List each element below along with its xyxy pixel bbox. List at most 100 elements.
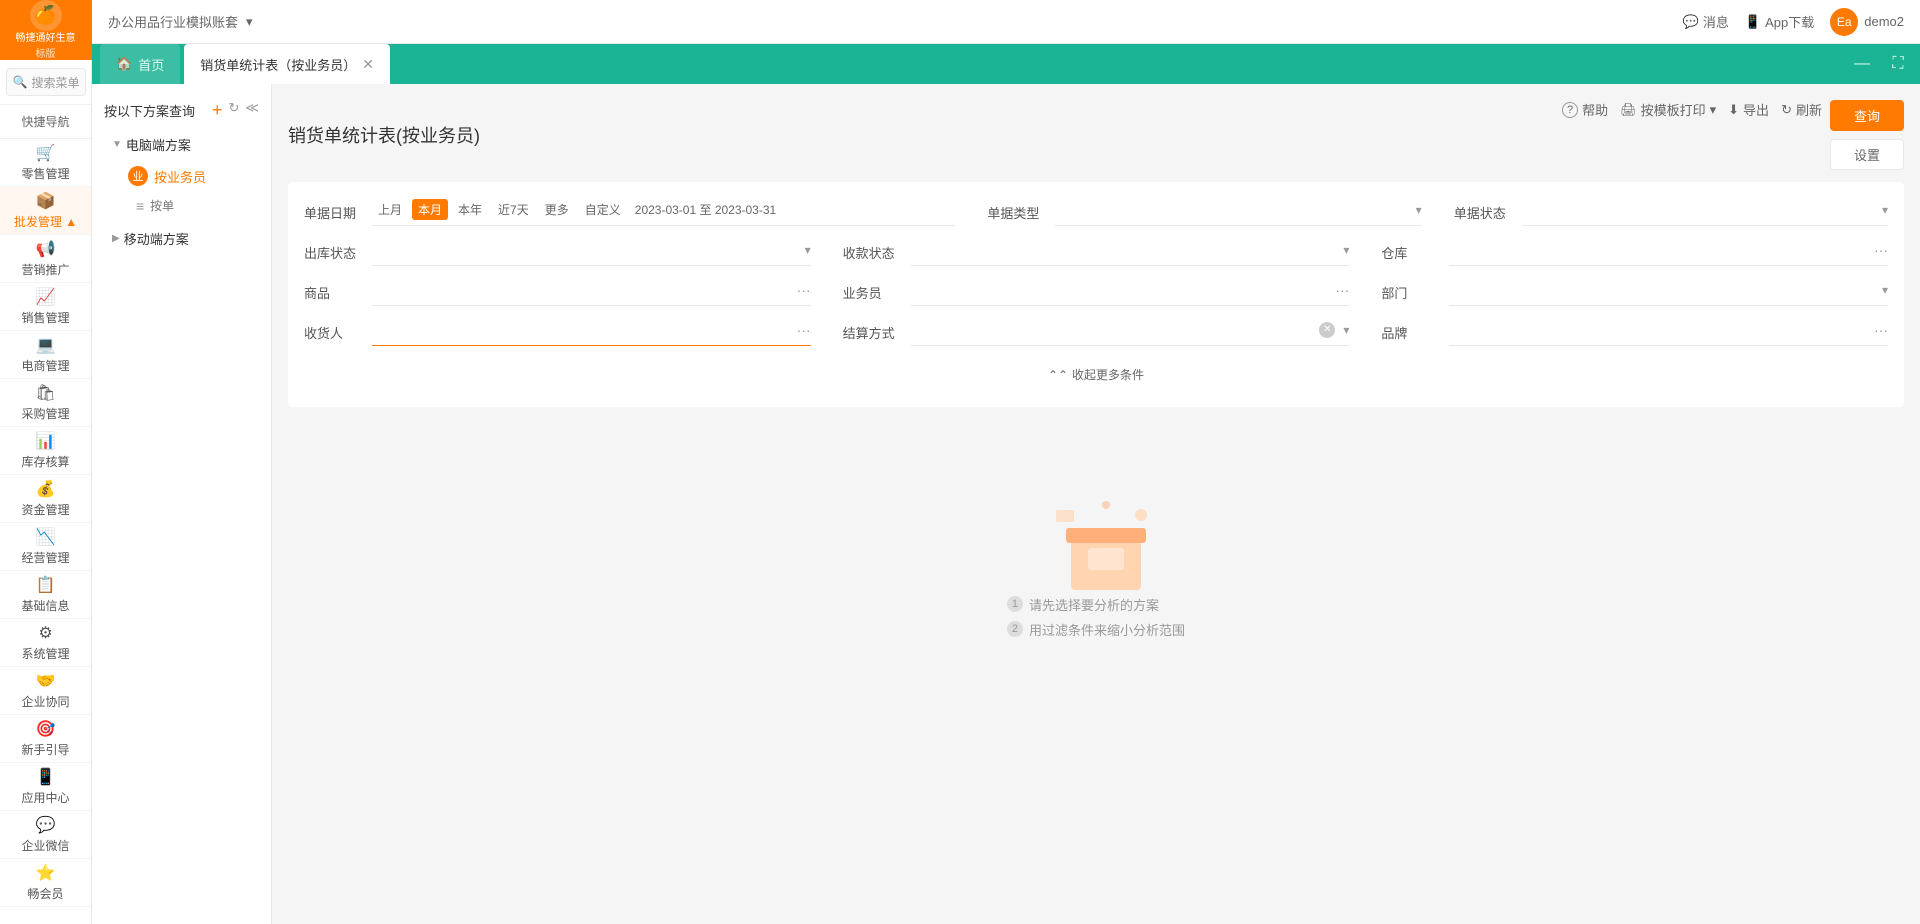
settlement-clear-button[interactable]: ✕ [1319,322,1335,338]
header-actions: + ↻ ≪ [212,100,259,121]
goods-dots-icon: ··· [797,282,811,298]
collapse-label: 收起更多条件 [1072,366,1144,383]
help-button[interactable]: ? 帮助 [1562,100,1608,119]
message-icon: 💬 [1683,14,1699,30]
settlement-control[interactable]: ✕ ▾ [911,318,1350,346]
left-panel: 按以下方案查询 + ↻ ≪ ▼ 电脑端方案 业 按业务员 ≡ 按 [92,84,272,924]
empty-illustration [1046,495,1146,575]
doc-type-label: 单据类型 [987,203,1047,222]
sidebar-item-inventory[interactable]: 📊 库存核算 [0,427,91,475]
warehouse-control[interactable]: ··· [1449,238,1888,266]
finance-icon: 💰 [36,479,56,499]
dept-control[interactable]: ▾ [1449,278,1888,306]
app-download-icon: 📱 [1745,14,1761,30]
date-tab-custom[interactable]: 自定义 [579,199,627,220]
quick-nav-label: 快捷导航 [0,105,91,139]
tab-maximize-button[interactable]: ⛶ [1884,50,1912,78]
receiver-control[interactable]: ··· [372,318,811,346]
filter-item-stock-out: 出库状态 ▾ [304,238,811,266]
empty-state: 1 请先选择要分析的方案 2 用过滤条件来缩小分析范围 [288,415,1904,725]
logo-icon: 🍊 [30,0,62,31]
newbie-icon: 🎯 [36,719,56,739]
tab-home[interactable]: 🏠 首页 [100,44,180,84]
date-range-value: 2023-03-01 至 2023-03-31 [635,201,776,218]
stock-out-control[interactable]: ▾ [372,238,811,266]
sidebar-item-retail[interactable]: 🛒 零售管理 [0,139,91,187]
operation-icon: 📉 [36,527,56,547]
tab-close-icon[interactable]: ✕ [362,56,374,73]
search-label: 搜索菜单 [31,74,79,91]
filter-item-doc-status: 单据状态 ▾ [1454,198,1888,226]
sidebar-item-finance[interactable]: 💰 资金管理 [0,475,91,523]
sidebar-label-sales: 销售管理 [21,309,69,326]
sidebar-item-newbie[interactable]: 🎯 新手引导 [0,715,91,763]
sidebar-item-ecommerce[interactable]: 💻 电商管理 [0,331,91,379]
sidebar-label-marketing: 营销推广 [21,261,69,278]
print-icon: 🖨 [1620,102,1637,118]
template-print-button[interactable]: 🖨 按模板打印 ▾ [1620,100,1716,119]
search-menu-button[interactable]: 🔍 搜索菜单 [6,68,86,96]
user-info[interactable]: Ea demo2 [1830,8,1904,36]
system-icon: ⚙ [38,623,52,643]
step2-num: 2 [1007,621,1023,637]
settings-button[interactable]: 设置 [1830,139,1904,170]
sidebar-item-sales[interactable]: 📈 销售管理 [0,283,91,331]
doc-status-control[interactable]: ▾ [1522,198,1888,226]
filter-item-date: 单据日期 上月 本月 本年 近7天 更多 自定义 2023-03-01 至 20… [304,198,955,226]
sidebar-item-appcenter[interactable]: 📱 应用中心 [0,763,91,811]
plan-item-by-salesperson[interactable]: 业 按业务员 [100,160,271,192]
export-button[interactable]: ⬇ 导出 [1728,100,1769,119]
warehouse-dots-icon: ··· [1874,242,1888,258]
refresh-button[interactable]: ↻ 刷新 [1781,100,1822,119]
sidebar-item-member[interactable]: ⭐ 畅会员 [0,859,91,907]
right-panel: 销货单统计表(按业务员) ? 帮助 🖨 按模板打印 ▾ ⬇ [272,84,1920,924]
sidebar-item-basic[interactable]: 📋 基础信息 [0,571,91,619]
page-title-bar: 销货单统计表(按业务员) ? 帮助 🖨 按模板打印 ▾ ⬇ [288,100,1904,170]
collapse-bar[interactable]: ⌃⌃ 收起更多条件 [304,358,1888,391]
sidebar-label-appcenter: 应用中心 [21,789,69,806]
corpwechat-icon: 💬 [36,815,56,835]
sidebar-item-system[interactable]: ⚙ 系统管理 [0,619,91,667]
dept-chevron-icon: ▾ [1882,283,1888,297]
sidebar-item-wholesale[interactable]: 📦 批发管理 ▲ [0,187,91,235]
receipt-status-control[interactable]: ▾ [911,238,1350,266]
plan-group-pc-title[interactable]: ▼ 电脑端方案 [100,129,271,160]
message-btn[interactable]: 💬 消息 [1683,12,1729,31]
app-download-label: App下载 [1765,12,1814,31]
add-plan-button[interactable]: + [212,100,223,121]
date-tab-this-year[interactable]: 本年 [452,199,488,220]
tab-minimize-button[interactable]: — [1848,50,1876,78]
plan-sub-item-by-order[interactable]: ≡ 按单 [100,192,271,219]
plan-label-by-order: 按单 [150,197,174,214]
date-tab-last-month[interactable]: 上月 [372,199,408,220]
app-download-btn[interactable]: 📱 App下载 [1745,12,1814,31]
goods-control[interactable]: ··· [372,278,811,306]
sidebar-item-marketing[interactable]: 📢 营销推广 [0,235,91,283]
sidebar-item-purchase[interactable]: 🛍 采购管理 [0,379,91,427]
tab-report[interactable]: 销货单统计表（按业务员） ✕ [184,44,390,84]
refresh-plan-icon[interactable]: ↻ [228,100,239,121]
brand-control[interactable]: ··· [1449,318,1888,346]
corp-icon: 🤝 [36,671,56,691]
doc-type-control[interactable]: ▾ [1055,198,1421,226]
collapse-panel-icon[interactable]: ≪ [245,100,259,121]
expand-arrow-icon: ▼ [112,139,122,150]
date-tab-more[interactable]: 更多 [539,199,575,220]
sidebar-item-corp[interactable]: 🤝 企业协同 [0,667,91,715]
goods-label: 商品 [304,283,364,302]
date-tab-7days[interactable]: 近7天 [492,199,535,220]
receipt-status-chevron-icon: ▾ [1343,243,1349,257]
date-control[interactable]: 上月 本月 本年 近7天 更多 自定义 2023-03-01 至 2023-03… [372,198,955,226]
sidebar-item-operation[interactable]: 📉 经营管理 [0,523,91,571]
retail-icon: 🛒 [36,143,56,163]
salesperson-control[interactable]: ··· [911,278,1350,306]
sidebar-item-corpwechat[interactable]: 💬 企业微信 [0,811,91,859]
sidebar-label-inventory: 库存核算 [21,453,69,470]
plan-group-mobile-title[interactable]: ▶ 移动端方案 [100,223,271,254]
topbar-dropdown[interactable]: ▾ [246,14,253,30]
sidebar-label-purchase: 采购管理 [21,405,69,422]
date-tab-this-month[interactable]: 本月 [412,199,448,220]
sidebar-label-newbie: 新手引导 [21,741,69,758]
query-button[interactable]: 查询 [1830,100,1904,131]
plan-label-by-salesperson: 按业务员 [154,167,206,186]
